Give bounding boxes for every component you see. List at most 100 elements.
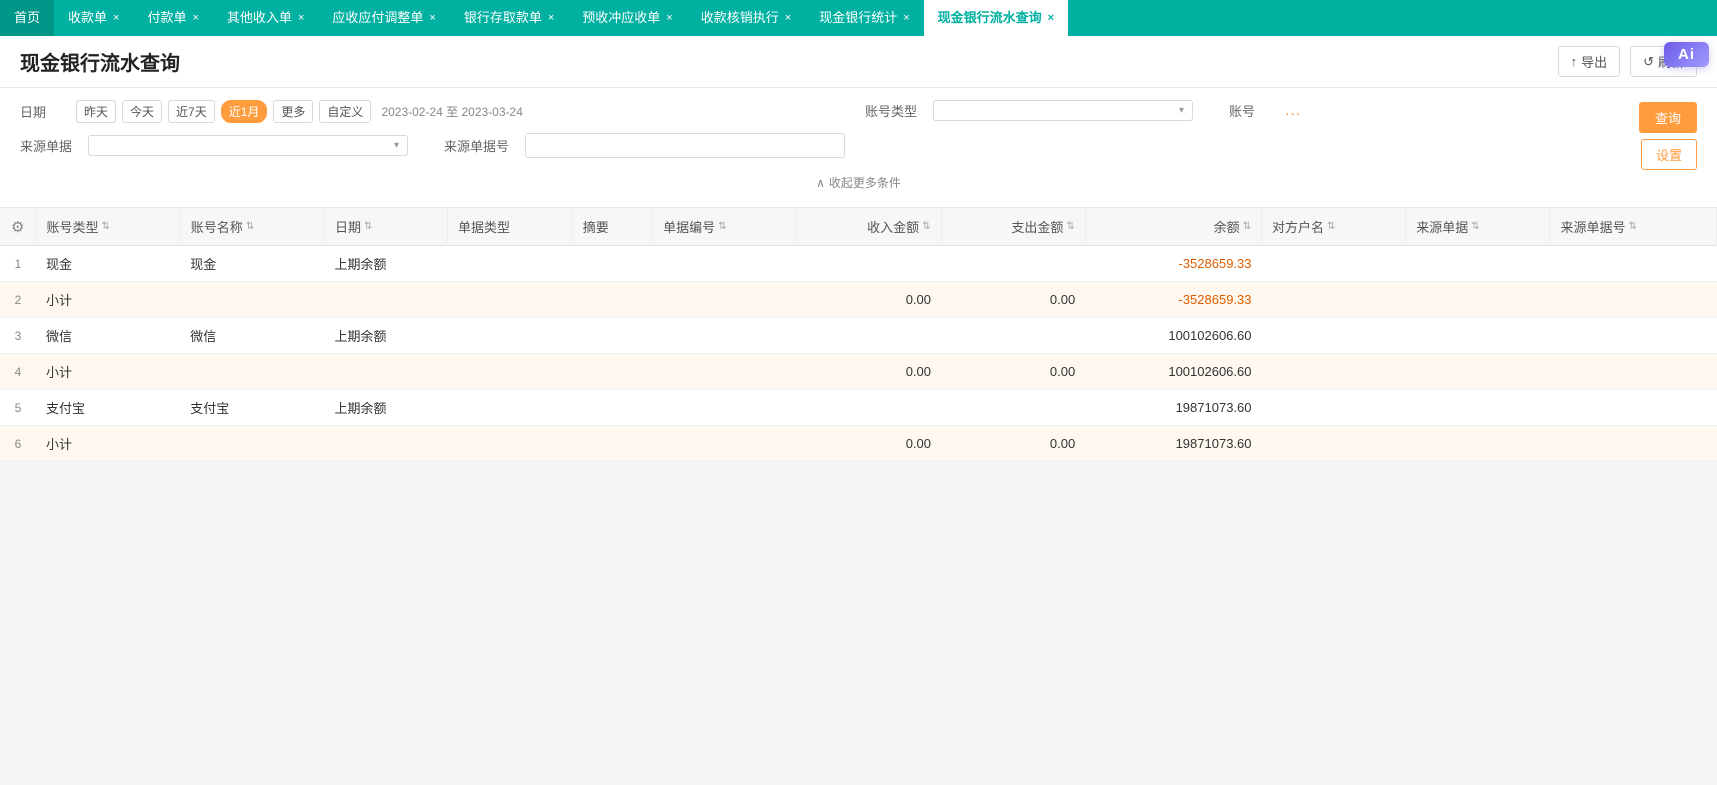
nav-tab-receipt[interactable]: 收款单 × [54,0,133,36]
account-label: 账号 [1229,101,1269,120]
source-doc-no-label: 来源单据号 [444,136,509,155]
query-button[interactable]: 查询 [1639,102,1697,133]
collapse-bar[interactable]: ∧ 收起更多条件 [20,170,1697,199]
sort-date-icon: ⇅ [364,221,372,232]
close-other-income-tab[interactable]: × [298,0,304,36]
nav-tab-payment[interactable]: 付款单 × [133,0,212,36]
cell-doc-type [447,282,572,318]
cell-summary [572,246,652,282]
account-dots-button[interactable]: ... [1285,102,1301,120]
cell-balance: -3528659.33 [1085,246,1261,282]
th-account-type[interactable]: 账号类型 ⇅ [36,208,180,246]
cell-doc-type [447,426,572,462]
cell-source-doc [1406,354,1550,390]
cell-summary [572,426,652,462]
cell-counterparty [1262,390,1406,426]
th-source-doc-no[interactable]: 来源单据号 ⇅ [1550,208,1717,246]
table-row: 4小计0.000.00100102606.60 [0,354,1717,390]
cell-expense [941,318,1085,354]
date-today[interactable]: 今天 [122,100,162,123]
cell-source-doc [1406,426,1550,462]
cell-income: 0.00 [797,426,941,462]
date-custom[interactable]: 自定义 [319,100,371,123]
nav-tab-prepay-flush[interactable]: 预收冲应收单 × [568,0,686,36]
date-more[interactable]: 更多 [273,100,313,123]
close-cash-bank-flow-tab[interactable]: × [1048,0,1054,36]
cell-expense [941,390,1085,426]
table-row: 5支付宝支付宝上期余额19871073.60 [0,390,1717,426]
cell-income [797,318,941,354]
cell-doc-no [653,426,797,462]
sort-counterparty-icon: ⇅ [1327,221,1335,232]
th-date[interactable]: 日期 ⇅ [324,208,447,246]
cell-source-doc-no [1550,318,1717,354]
sort-balance-icon: ⇅ [1243,221,1251,232]
cell-expense: 0.00 [941,282,1085,318]
close-cash-bank-stat-tab[interactable]: × [903,0,909,36]
nav-tab-cash-bank-stat[interactable]: 现金银行统计 × [805,0,923,36]
close-payment-tab[interactable]: × [192,0,198,36]
source-doc-select[interactable]: ▾ [88,135,408,156]
cell-source-doc-no [1550,246,1717,282]
cell-income: 0.00 [797,354,941,390]
filter-area: 日期 昨天 今天 近7天 近1月 更多 自定义 2023-02-24 至 202… [0,88,1717,208]
cell-summary [572,282,652,318]
collapse-icon: ∧ [816,176,825,190]
sort-income-icon: ⇅ [922,221,930,232]
cell-balance: -3528659.33 [1085,282,1261,318]
sort-source-doc-icon: ⇅ [1471,221,1479,232]
page-title: 现金银行流水查询 [20,47,180,76]
th-expense[interactable]: 支出金额 ⇅ [941,208,1085,246]
ai-badge[interactable]: Ai [1664,42,1709,67]
sort-account-type-icon: ⇅ [102,221,110,232]
date-1month[interactable]: 近1月 [221,100,268,123]
cell-counterparty [1262,282,1406,318]
close-receipt-tab[interactable]: × [113,0,119,36]
cell-doc-no [653,282,797,318]
nav-tab-bank-deposit[interactable]: 银行存取款单 × [450,0,568,36]
cell-source-doc-no [1550,354,1717,390]
page-header: 现金银行流水查询 ↑ 导出 ↺ 刷新 [0,36,1717,88]
cell-source-doc [1406,318,1550,354]
cell-date [324,354,447,390]
gear-icon[interactable]: ⚙ [11,219,24,236]
cell-no: 6 [0,426,36,462]
table-row: 3微信微信上期余额100102606.60 [0,318,1717,354]
cell-account-type: 小计 [36,354,180,390]
close-prepay-flush-tab[interactable]: × [666,0,672,36]
main-table: ⚙ 账号类型 ⇅ 账号名称 ⇅ 日期 [0,208,1717,462]
cell-source-doc-no [1550,282,1717,318]
cell-source-doc [1406,282,1550,318]
date-7days[interactable]: 近7天 [168,100,215,123]
cell-doc-type [447,354,572,390]
table-row: 2小计0.000.00-3528659.33 [0,282,1717,318]
nav-tab-ar-adjust[interactable]: 应收应付调整单 × [318,0,449,36]
cell-account-name: 现金 [180,246,324,282]
filter-row-account: 账号类型 ▾ 账号 ... [865,100,1623,121]
cell-account-name: 微信 [180,318,324,354]
th-counterparty[interactable]: 对方户名 ⇅ [1262,208,1406,246]
account-type-select[interactable]: ▾ [933,100,1193,121]
nav-tab-other-income[interactable]: 其他收入单 × [213,0,318,36]
nav-home[interactable]: 首页 [0,0,54,36]
cell-account-name [180,282,324,318]
close-bank-deposit-tab[interactable]: × [548,0,554,36]
close-ar-adjust-tab[interactable]: × [429,0,435,36]
nav-tab-collect-execute[interactable]: 收款核销执行 × [687,0,805,36]
th-income[interactable]: 收入金额 ⇅ [797,208,941,246]
cell-balance: 19871073.60 [1085,390,1261,426]
export-button[interactable]: ↑ 导出 [1558,46,1621,77]
cell-account-type: 小计 [36,426,180,462]
refresh-icon: ↺ [1643,54,1654,70]
th-doc-no[interactable]: 单据编号 ⇅ [653,208,797,246]
close-collect-execute-tab[interactable]: × [785,0,791,36]
th-balance[interactable]: 余额 ⇅ [1085,208,1261,246]
th-source-doc[interactable]: 来源单据 ⇅ [1406,208,1550,246]
nav-tab-cash-bank-flow[interactable]: 现金银行流水查询 × [924,0,1068,36]
date-yesterday[interactable]: 昨天 [76,100,116,123]
th-account-name[interactable]: 账号名称 ⇅ [180,208,324,246]
cell-account-name [180,354,324,390]
source-doc-no-input[interactable] [525,133,845,158]
table-area: ⚙ 账号类型 ⇅ 账号名称 ⇅ 日期 [0,208,1717,462]
settings-button[interactable]: 设置 [1641,139,1697,170]
